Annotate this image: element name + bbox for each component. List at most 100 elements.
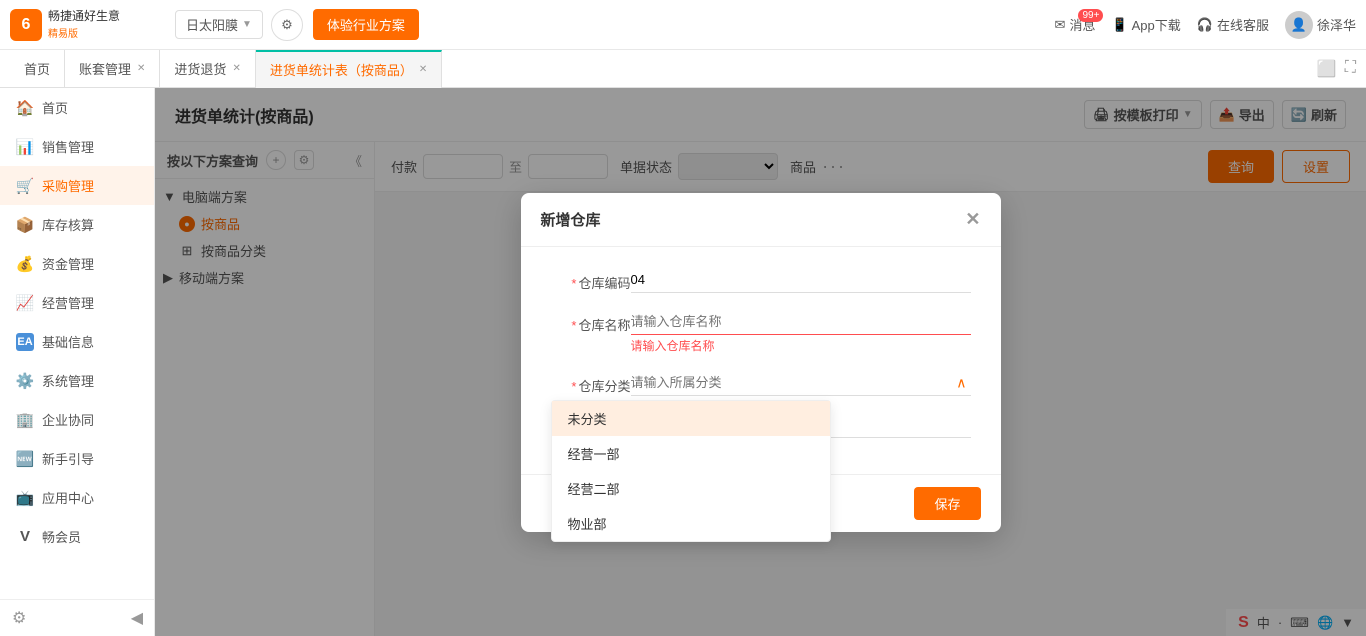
sidebar-item-enterprise[interactable]: 🏢 企业协同 bbox=[0, 400, 154, 439]
purchase-icon: 🛒 bbox=[16, 177, 34, 195]
tab-account-close[interactable]: ✕ bbox=[137, 63, 145, 74]
home-icon: 🏠 bbox=[16, 99, 34, 117]
sidebar-purchase-label: 采购管理 bbox=[42, 176, 94, 195]
tab-purchase-stats[interactable]: 进货单统计表（按商品） ✕ bbox=[256, 50, 442, 88]
tab-purchase-stats-close[interactable]: ✕ bbox=[419, 64, 427, 75]
sidebar-home-label: 首页 bbox=[42, 98, 68, 117]
operations-icon: 📈 bbox=[16, 294, 34, 312]
logo-text: 畅捷通好生意 bbox=[48, 9, 120, 25]
inventory-icon: 📦 bbox=[16, 216, 34, 234]
sidebar-item-basic-info[interactable]: EA 基础信息 bbox=[0, 322, 154, 361]
service-label: 在线客服 bbox=[1217, 15, 1269, 34]
logo-sub: 精易版 bbox=[48, 25, 120, 40]
experience-button[interactable]: 体验行业方案 bbox=[313, 9, 419, 40]
tab-account-label: 账套管理 bbox=[79, 59, 131, 78]
name-label: 仓库名称 bbox=[551, 309, 631, 334]
tab-purchase-stats-label: 进货单统计表（按商品） bbox=[270, 60, 413, 79]
sidebar-operations-label: 经营管理 bbox=[42, 293, 94, 312]
logo-text-block: 畅捷通好生意 精易版 bbox=[48, 9, 120, 40]
system-icon: ⚙️ bbox=[16, 372, 34, 390]
app-label: App下载 bbox=[1132, 15, 1181, 34]
tab-account[interactable]: 账套管理 ✕ bbox=[65, 50, 160, 88]
sidebar-inventory-label: 库存核算 bbox=[42, 215, 94, 234]
modal-close-button[interactable]: ✕ bbox=[965, 209, 980, 230]
header-right: ✉ 消息 99+ 📱 App下载 🎧 在线客服 👤 徐泽华 bbox=[1055, 11, 1356, 39]
new-warehouse-modal: 新增仓库 ✕ 仓库编码 仓库名称 bbox=[521, 193, 1001, 532]
category-select-wrap: ∧ 未分类 经营一部 经营二部 物业部 bbox=[631, 370, 971, 396]
category-label: 仓库分类 bbox=[551, 370, 631, 395]
logo-area: 6 畅捷通好生意 精易版 bbox=[10, 9, 165, 41]
tab-purchase-return[interactable]: 进货退货 ✕ bbox=[160, 50, 255, 88]
company-selector[interactable]: 日太阳膜 ▼ bbox=[175, 10, 263, 39]
warehouse-name-row: 仓库名称 请输入仓库名称 bbox=[551, 309, 971, 354]
user-item[interactable]: 👤 徐泽华 bbox=[1285, 11, 1356, 39]
warehouse-name-input[interactable] bbox=[631, 309, 971, 335]
member-icon: V bbox=[16, 528, 34, 546]
notification-badge: 99+ bbox=[1078, 9, 1103, 22]
code-input-wrap bbox=[631, 267, 971, 293]
logo-icon: 6 bbox=[10, 9, 42, 41]
sales-icon: 📊 bbox=[16, 138, 34, 156]
category-chevron-icon[interactable]: ∧ bbox=[956, 374, 966, 391]
sidebar-app-center-label: 应用中心 bbox=[42, 488, 94, 507]
sidebar-item-purchase[interactable]: 🛒 采购管理 bbox=[0, 166, 154, 205]
sidebar-item-app-center[interactable]: 📺 应用中心 bbox=[0, 478, 154, 517]
dropdown-item-property[interactable]: 物业部 bbox=[552, 506, 830, 541]
sidebar-collapse-icon[interactable]: ◀ bbox=[131, 608, 143, 628]
user-name: 徐泽华 bbox=[1317, 15, 1356, 34]
name-input-wrap: 请输入仓库名称 bbox=[631, 309, 971, 354]
sidebar: 🏠 首页 📊 销售管理 🛒 采购管理 📦 库存核算 💰 资金管理 📈 经营管理 … bbox=[0, 88, 155, 636]
tab-purchase-return-close[interactable]: ✕ bbox=[232, 63, 240, 74]
sidebar-sales-label: 销售管理 bbox=[42, 137, 94, 156]
sidebar-item-member[interactable]: V 畅会员 bbox=[0, 517, 154, 556]
sidebar-item-inventory[interactable]: 📦 库存核算 bbox=[0, 205, 154, 244]
sidebar-item-system[interactable]: ⚙️ 系统管理 bbox=[0, 361, 154, 400]
messages-item[interactable]: ✉ 消息 99+ bbox=[1055, 15, 1096, 34]
sidebar-guide-label: 新手引导 bbox=[42, 449, 94, 468]
chevron-down-icon: ▼ bbox=[242, 19, 252, 30]
sidebar-member-label: 畅会员 bbox=[42, 527, 81, 546]
sidebar-item-operations[interactable]: 📈 经营管理 bbox=[0, 283, 154, 322]
modal-overlay: 新增仓库 ✕ 仓库编码 仓库名称 bbox=[155, 88, 1366, 636]
save-button[interactable]: 保存 bbox=[914, 487, 980, 520]
avatar: 👤 bbox=[1285, 11, 1313, 39]
tab-expand-icon[interactable]: ⛶ bbox=[1345, 59, 1356, 79]
headset-icon: 🎧 bbox=[1197, 17, 1213, 33]
category-dropdown: 未分类 经营一部 经营二部 物业部 bbox=[551, 400, 831, 542]
settings-icon[interactable]: ⚙ bbox=[271, 9, 303, 41]
sidebar-item-finance[interactable]: 💰 资金管理 bbox=[0, 244, 154, 283]
content-area: 进货单统计(按商品) 🖨 按模板打印 ▼ 📤 导出 🔄 刷新 bbox=[155, 88, 1366, 636]
sidebar-basic-info-label: 基础信息 bbox=[42, 332, 94, 351]
dropdown-item-ops1[interactable]: 经营一部 bbox=[552, 436, 830, 471]
app-download-item[interactable]: 📱 App下载 bbox=[1111, 15, 1180, 34]
tab-home-label: 首页 bbox=[24, 59, 50, 78]
tab-purchase-return-label: 进货退货 bbox=[174, 59, 226, 78]
warehouse-code-row: 仓库编码 bbox=[551, 267, 971, 293]
mobile-icon: 📱 bbox=[1111, 17, 1127, 33]
basic-info-icon: EA bbox=[16, 333, 34, 351]
finance-icon: 💰 bbox=[16, 255, 34, 273]
sidebar-enterprise-label: 企业协同 bbox=[42, 410, 94, 429]
modal-title: 新增仓库 bbox=[541, 209, 601, 230]
guide-icon: 🆕 bbox=[16, 450, 34, 468]
sidebar-item-guide[interactable]: 🆕 新手引导 bbox=[0, 439, 154, 478]
sidebar-system-label: 系统管理 bbox=[42, 371, 94, 390]
message-icon: ✉ bbox=[1055, 17, 1066, 33]
tab-home[interactable]: 首页 bbox=[10, 50, 65, 88]
modal-body: 仓库编码 仓库名称 请输入仓库名称 bbox=[521, 247, 1001, 474]
main-layout: 🏠 首页 📊 销售管理 🛒 采购管理 📦 库存核算 💰 资金管理 📈 经营管理 … bbox=[0, 88, 1366, 636]
dropdown-item-uncategorized[interactable]: 未分类 bbox=[552, 401, 830, 436]
tab-bar: 首页 账套管理 ✕ 进货退货 ✕ 进货单统计表（按商品） ✕ ⬜ ⛶ bbox=[0, 50, 1366, 88]
warehouse-code-input[interactable] bbox=[631, 267, 971, 293]
tab-actions: ⬜ ⛶ bbox=[1317, 59, 1356, 79]
tab-minimize-icon[interactable]: ⬜ bbox=[1317, 59, 1337, 79]
top-header: 6 畅捷通好生意 精易版 日太阳膜 ▼ ⚙ 体验行业方案 ✉ 消息 99+ 📱 … bbox=[0, 0, 1366, 50]
modal-header: 新增仓库 ✕ bbox=[521, 193, 1001, 247]
app-center-icon: 📺 bbox=[16, 489, 34, 507]
online-service-item[interactable]: 🎧 在线客服 bbox=[1197, 15, 1269, 34]
dropdown-item-ops2[interactable]: 经营二部 bbox=[552, 471, 830, 506]
warehouse-category-input[interactable] bbox=[631, 370, 971, 396]
sidebar-item-home[interactable]: 🏠 首页 bbox=[0, 88, 154, 127]
sidebar-settings-icon[interactable]: ⚙ bbox=[12, 608, 26, 628]
sidebar-item-sales[interactable]: 📊 销售管理 bbox=[0, 127, 154, 166]
